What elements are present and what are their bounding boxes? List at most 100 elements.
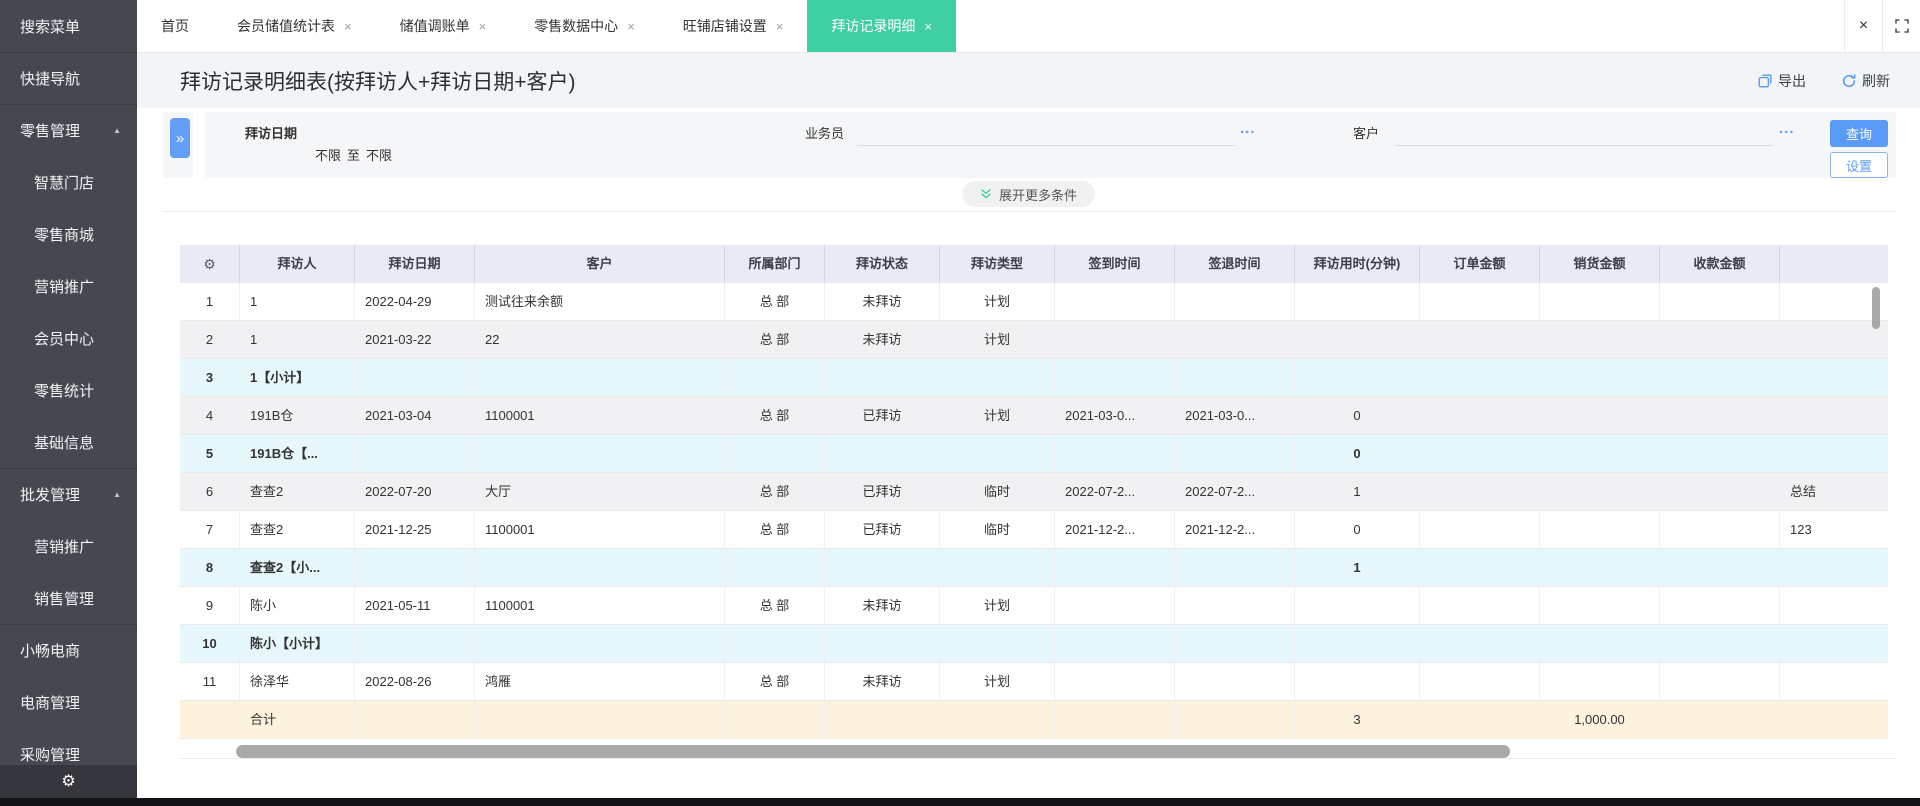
cell: [1175, 435, 1295, 472]
header-cell-6: 拜访类型: [940, 245, 1055, 283]
cell: [1540, 435, 1660, 472]
range-end[interactable]: 不限: [366, 145, 392, 164]
filter-panel: 拜访日期 不限 至 不限 业务员 ... 客户 ... 查询 设置: [205, 112, 1896, 178]
table-total-row[interactable]: 合计 3 1,000.00: [180, 701, 1888, 739]
table-row-4[interactable]: 4 191B仓 2021-03-04 1100001 总 部已拜访 计划 2021-03-0…: [180, 397, 1888, 435]
cell: 大厅: [475, 473, 725, 510]
cell: 计划: [940, 397, 1055, 434]
tab-6[interactable]: 拜访记录明细 ×: [807, 0, 956, 52]
horizontal-scrollbar-thumb[interactable]: [236, 745, 1510, 758]
cell: [475, 549, 725, 586]
cell: [725, 435, 825, 472]
cell: 总 部: [725, 587, 825, 624]
cell: [1295, 283, 1420, 320]
table-row-1[interactable]: 1 1 2022-04-29 测试往来余额总 部未拜访 计划: [180, 283, 1888, 321]
cell: 总 部: [725, 663, 825, 700]
cell: 1【小计】: [240, 359, 355, 396]
query-button[interactable]: 查询: [1830, 120, 1888, 147]
tab-1[interactable]: 首页: [137, 0, 213, 52]
settings-gear-icon[interactable]: ⚙: [61, 773, 75, 790]
tab-close-icon[interactable]: ×: [627, 20, 635, 33]
table-row-8[interactable]: 8 查查2【小... 1: [180, 549, 1888, 587]
cell: [1780, 397, 1888, 434]
sidebar-item-14[interactable]: 电商管理: [0, 676, 137, 728]
tab-2[interactable]: 会员储值统计表 ×: [213, 0, 376, 52]
cell: [1175, 359, 1295, 396]
sidebar-item-8[interactable]: 零售统计: [0, 364, 137, 416]
cell: [940, 359, 1055, 396]
expand-filter-panel-button[interactable]: »: [170, 118, 190, 158]
cell: 未拜访: [825, 321, 940, 358]
cell: [1420, 549, 1540, 586]
column-settings-gear-icon[interactable]: ⚙: [203, 256, 216, 272]
sidebar-item-5[interactable]: 零售商城: [0, 208, 137, 260]
tab-label: 会员储值统计表: [237, 18, 335, 34]
tab-5[interactable]: 旺铺店铺设置 ×: [659, 0, 808, 52]
salesperson-picker-ellipsis[interactable]: ...: [1240, 120, 1256, 137]
sidebar-item-11[interactable]: 营销推广: [0, 520, 137, 572]
cell: [355, 435, 475, 472]
range-start[interactable]: 不限: [315, 145, 341, 164]
table-header: ⚙ 拜访人 拜访日期 客户 所属部门 拜访状态 拜访类型 签到时间 签退时间 拜访用时(分钟) 订单…: [180, 245, 1888, 283]
table-row-6[interactable]: 6 查查2 2022-07-20 大厅总 部已拜访 临时 2022-07-2... 2022…: [180, 473, 1888, 511]
customer-input[interactable]: [1395, 122, 1773, 146]
export-button[interactable]: 导出: [1758, 71, 1806, 91]
cell: 总 部: [725, 397, 825, 434]
sidebar-item-4[interactable]: 智慧门店: [0, 156, 137, 208]
close-all-tabs-button[interactable]: ×: [1844, 0, 1882, 52]
tab-close-icon[interactable]: ×: [776, 20, 784, 33]
table-row-3[interactable]: 3 1【小计】: [180, 359, 1888, 397]
sidebar-item-12[interactable]: 销售管理: [0, 572, 137, 624]
title-actions: 导出 刷新: [1758, 71, 1890, 91]
cell: [1780, 435, 1888, 472]
table-row-11[interactable]: 11 徐泽华 2022-08-26 鸿雁总 部未拜访 计划: [180, 663, 1888, 701]
tab-close-icon[interactable]: ×: [479, 20, 487, 33]
header-cell-5: 拜访状态: [825, 245, 940, 283]
refresh-button[interactable]: 刷新: [1842, 71, 1890, 91]
cell: 123: [1790, 522, 1812, 537]
collapse-arrow-icon: ▲: [113, 126, 121, 135]
cell: [1660, 283, 1780, 320]
customer-picker-ellipsis[interactable]: ...: [1779, 120, 1795, 137]
table-row-9[interactable]: 9 陈小 2021-05-11 1100001 总 部未拜访 计划: [180, 587, 1888, 625]
tab-close-icon[interactable]: ×: [344, 20, 352, 33]
sidebar-item-10[interactable]: 批发管理 ▲: [0, 468, 137, 520]
header-cell-7: 签到时间: [1055, 245, 1175, 283]
cell: 总 部: [725, 473, 825, 510]
cell: 查查2: [240, 511, 355, 548]
sidebar-item-2[interactable]: 快捷导航: [0, 52, 137, 104]
cell: 1: [240, 321, 355, 358]
divider: [163, 211, 1896, 212]
cell: 0: [1295, 397, 1420, 434]
sidebar-item-7[interactable]: 会员中心: [0, 312, 137, 364]
tab-3[interactable]: 储值调账单 ×: [376, 0, 511, 52]
sidebar-item-3[interactable]: 零售管理 ▲: [0, 104, 137, 156]
cell: 未拜访: [825, 283, 940, 320]
cell: [1660, 549, 1780, 586]
table-row-5[interactable]: 5 191B仓【... 0: [180, 435, 1888, 473]
sidebar-item-9[interactable]: 基础信息: [0, 416, 137, 468]
table-row-10[interactable]: 10 陈小【小计】: [180, 625, 1888, 663]
cell: 1100001: [475, 511, 725, 548]
tab-close-icon[interactable]: ×: [924, 20, 932, 33]
cell: [725, 625, 825, 662]
settings-button[interactable]: 设置: [1830, 152, 1888, 178]
cell: [825, 625, 940, 662]
cell: 2022-07-2...: [1055, 473, 1175, 510]
tab-4[interactable]: 零售数据中心 ×: [510, 0, 659, 52]
table-row-7[interactable]: 7 查查2 2021-12-25 1100001 总 部已拜访 临时 2021-12-2..…: [180, 511, 1888, 549]
cell: [1420, 701, 1540, 738]
cell: 0: [1295, 435, 1420, 472]
salesperson-input[interactable]: [857, 122, 1235, 146]
cell: [940, 625, 1055, 662]
sidebar-item-1[interactable]: 搜索菜单: [0, 0, 137, 52]
sidebar-item-13[interactable]: 小畅电商: [0, 624, 137, 676]
sidebar-item-6[interactable]: 营销推广: [0, 260, 137, 312]
cell: 1: [1295, 473, 1420, 510]
table-row-2[interactable]: 2 1 2021-03-22 22 总 部未拜访 计划: [180, 321, 1888, 359]
cell: 9: [180, 587, 240, 624]
cell: 计划: [940, 283, 1055, 320]
expand-more-conditions-button[interactable]: 展开更多条件: [961, 181, 1095, 207]
fullscreen-button[interactable]: [1882, 0, 1920, 52]
vertical-scrollbar-thumb[interactable]: [1872, 287, 1880, 329]
